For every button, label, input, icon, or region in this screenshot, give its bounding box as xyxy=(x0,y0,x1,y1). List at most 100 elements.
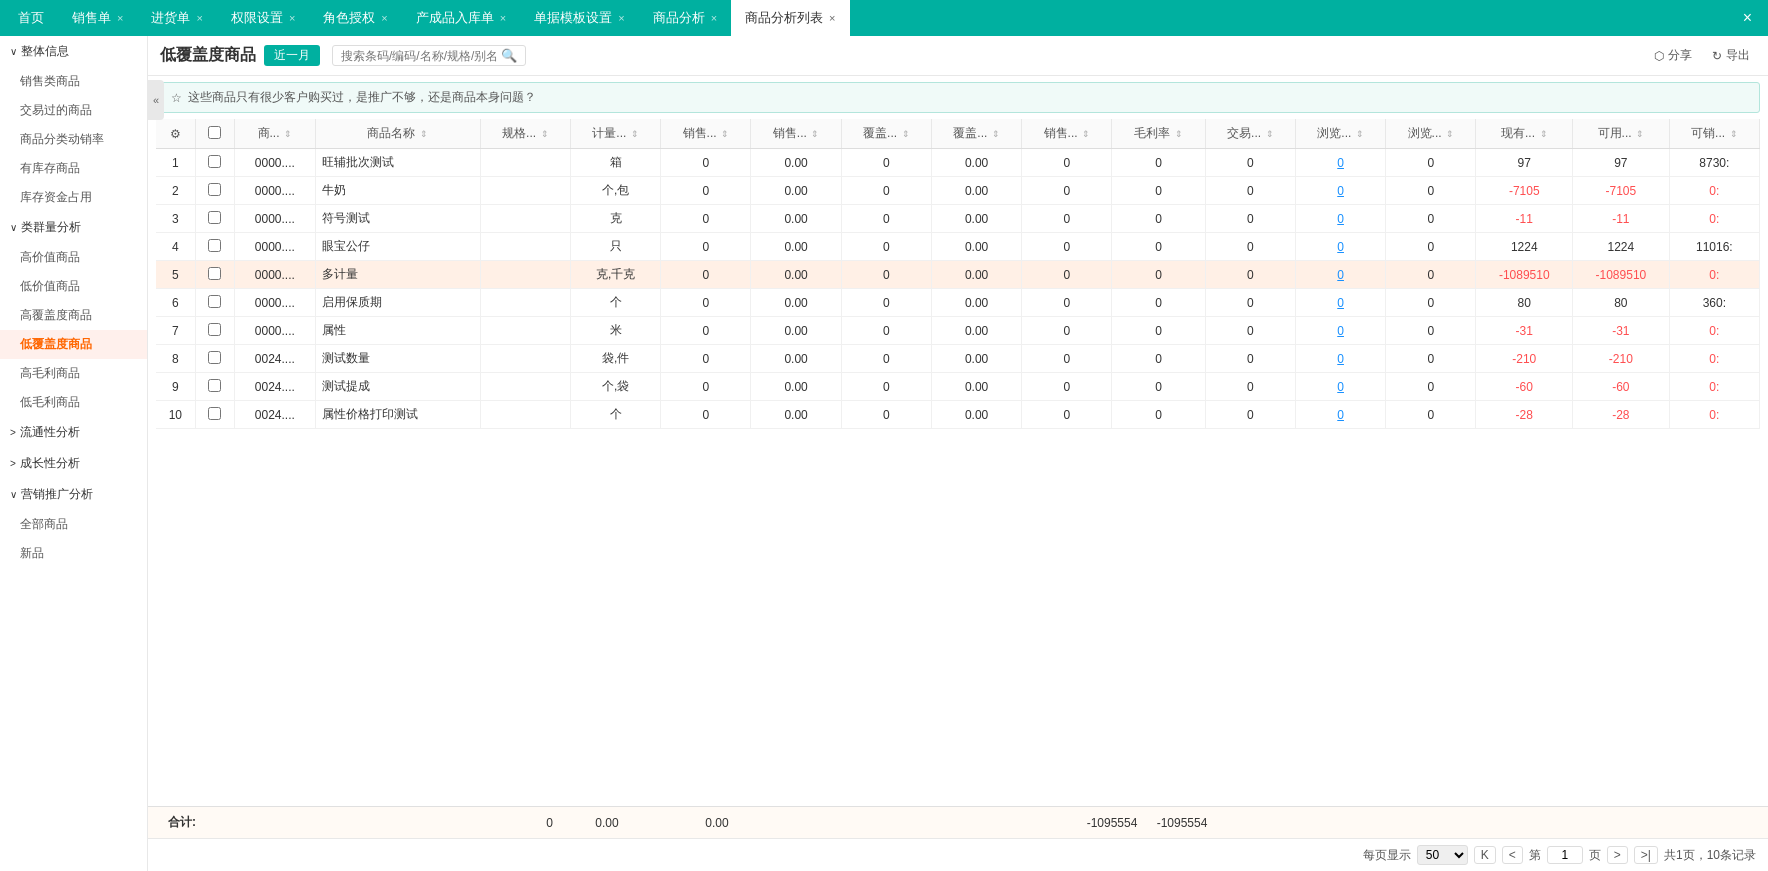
nav-item-商品分析列表[interactable]: 商品分析列表 × xyxy=(731,0,849,36)
row-checkbox[interactable] xyxy=(195,345,234,373)
row-checkbox[interactable] xyxy=(195,289,234,317)
nav-close-all-btn[interactable]: × xyxy=(1731,0,1764,36)
sidebar-item-低毛利商品[interactable]: 低毛利商品 xyxy=(0,388,147,417)
row-browse1[interactable]: 0 xyxy=(1295,149,1385,177)
row-gross: 0 xyxy=(1112,289,1205,317)
col-header-cover2[interactable]: 覆盖... ⇕ xyxy=(931,119,1021,149)
nav-item-单据模板设置[interactable]: 单据模板设置 × xyxy=(520,0,638,36)
row-browse1[interactable]: 0 xyxy=(1295,289,1385,317)
row-cover1: 0 xyxy=(841,317,931,345)
nav-close-icon[interactable]: × xyxy=(829,12,835,24)
sidebar-collapse-btn[interactable]: « xyxy=(148,80,164,120)
page-first-btn[interactable]: K xyxy=(1474,846,1496,864)
nav-close-icon[interactable]: × xyxy=(618,12,624,24)
sidebar-item-销售类商品[interactable]: 销售类商品 xyxy=(0,67,147,96)
row-checkbox[interactable] xyxy=(195,205,234,233)
col-header-spec[interactable]: 规格... ⇕ xyxy=(480,119,570,149)
date-filter-btn[interactable]: 近一月 xyxy=(264,45,320,66)
row-browse1[interactable]: 0 xyxy=(1295,373,1385,401)
row-checkbox[interactable] xyxy=(195,233,234,261)
col-header-sales3[interactable]: 销售... ⇕ xyxy=(1022,119,1112,149)
nav-item-销售单[interactable]: 销售单 × xyxy=(58,0,137,36)
export-btn[interactable]: ↻ 导出 xyxy=(1706,44,1756,67)
row-select-checkbox[interactable] xyxy=(208,379,221,392)
nav-close-icon[interactable]: × xyxy=(196,12,202,24)
nav-item-产成品入库单[interactable]: 产成品入库单 × xyxy=(402,0,520,36)
sidebar-item-高覆盖度商品[interactable]: 高覆盖度商品 xyxy=(0,301,147,330)
row-checkbox[interactable] xyxy=(195,373,234,401)
row-checkbox[interactable] xyxy=(195,149,234,177)
row-unit: 个,袋 xyxy=(570,373,660,401)
nav-item-进货单[interactable]: 进货单 × xyxy=(137,0,216,36)
nav-close-icon[interactable]: × xyxy=(381,12,387,24)
nav-item-首页[interactable]: 首页 xyxy=(4,0,58,36)
settings-icon[interactable]: ⚙ xyxy=(170,127,181,141)
row-select-checkbox[interactable] xyxy=(208,211,221,224)
sidebar-item-有库存商品[interactable]: 有库存商品 xyxy=(0,154,147,183)
row-select-checkbox[interactable] xyxy=(208,267,221,280)
col-header-stock2[interactable]: 可用... ⇕ xyxy=(1573,119,1670,149)
row-browse1[interactable]: 0 xyxy=(1295,345,1385,373)
sidebar-item-新品[interactable]: 新品 xyxy=(0,539,147,568)
row-browse1[interactable]: 0 xyxy=(1295,177,1385,205)
row-browse1[interactable]: 0 xyxy=(1295,317,1385,345)
nav-close-icon[interactable]: × xyxy=(289,12,295,24)
row-checkbox[interactable] xyxy=(195,261,234,289)
nav-close-icon[interactable]: × xyxy=(117,12,123,24)
select-all-checkbox[interactable] xyxy=(208,126,221,139)
per-page-select[interactable]: 102050100 xyxy=(1417,845,1468,865)
col-header-unit[interactable]: 计量... ⇕ xyxy=(570,119,660,149)
row-browse1[interactable]: 0 xyxy=(1295,233,1385,261)
row-checkbox[interactable] xyxy=(195,317,234,345)
col-header-name[interactable]: 商品名称 ⇕ xyxy=(315,119,480,149)
col-header-trade[interactable]: 交易... ⇕ xyxy=(1205,119,1295,149)
row-select-checkbox[interactable] xyxy=(208,323,221,336)
sidebar-item-全部商品[interactable]: 全部商品 xyxy=(0,510,147,539)
row-checkbox[interactable] xyxy=(195,177,234,205)
row-browse1[interactable]: 0 xyxy=(1295,401,1385,429)
sidebar-section-流通性分析[interactable]: >流通性分析 xyxy=(0,417,147,448)
nav-item-商品分析[interactable]: 商品分析 × xyxy=(639,0,731,36)
row-select-checkbox[interactable] xyxy=(208,155,221,168)
col-header-stock3[interactable]: 可销... ⇕ xyxy=(1669,119,1759,149)
row-browse1[interactable]: 0 xyxy=(1295,261,1385,289)
row-select-checkbox[interactable] xyxy=(208,183,221,196)
sidebar-item-交易过的商品[interactable]: 交易过的商品 xyxy=(0,96,147,125)
col-header-cover1[interactable]: 覆盖... ⇕ xyxy=(841,119,931,149)
col-header-sales_qty[interactable]: 销售... ⇕ xyxy=(661,119,751,149)
sidebar-section-整体信息[interactable]: ∨整体信息 xyxy=(0,36,147,67)
col-header-code[interactable]: 商... ⇕ xyxy=(235,119,315,149)
row-select-checkbox[interactable] xyxy=(208,351,221,364)
row-no: 3 xyxy=(156,205,195,233)
page-number-input[interactable] xyxy=(1547,846,1583,864)
sidebar-item-低覆盖度商品[interactable]: 低覆盖度商品 xyxy=(0,330,147,359)
sidebar-item-库存资金占用[interactable]: 库存资金占用 xyxy=(0,183,147,212)
sidebar-section-类群量分析[interactable]: ∨类群量分析 xyxy=(0,212,147,243)
search-input[interactable] xyxy=(341,49,501,63)
nav-item-角色授权[interactable]: 角色授权 × xyxy=(309,0,401,36)
col-header-sales_amt[interactable]: 销售... ⇕ xyxy=(751,119,841,149)
sidebar-section-营销推广分析[interactable]: ∨营销推广分析 xyxy=(0,479,147,510)
col-header-gross[interactable]: 毛利率 ⇕ xyxy=(1112,119,1205,149)
page-prev-btn[interactable]: < xyxy=(1502,846,1523,864)
row-select-checkbox[interactable] xyxy=(208,295,221,308)
col-header-stock1[interactable]: 现有... ⇕ xyxy=(1476,119,1573,149)
search-icon[interactable]: 🔍 xyxy=(501,48,517,63)
sidebar-item-商品分类动销率[interactable]: 商品分类动销率 xyxy=(0,125,147,154)
row-select-checkbox[interactable] xyxy=(208,407,221,420)
col-header-browse2[interactable]: 浏览... ⇕ xyxy=(1386,119,1476,149)
sidebar-item-高毛利商品[interactable]: 高毛利商品 xyxy=(0,359,147,388)
col-header-browse1[interactable]: 浏览... ⇕ xyxy=(1295,119,1385,149)
row-select-checkbox[interactable] xyxy=(208,239,221,252)
sidebar-item-高价值商品[interactable]: 高价值商品 xyxy=(0,243,147,272)
nav-close-icon[interactable]: × xyxy=(711,12,717,24)
page-last-btn[interactable]: >| xyxy=(1634,846,1658,864)
row-browse1[interactable]: 0 xyxy=(1295,205,1385,233)
row-checkbox[interactable] xyxy=(195,401,234,429)
nav-item-权限设置[interactable]: 权限设置 × xyxy=(217,0,309,36)
sidebar-section-成长性分析[interactable]: >成长性分析 xyxy=(0,448,147,479)
page-next-btn[interactable]: > xyxy=(1607,846,1628,864)
nav-close-icon[interactable]: × xyxy=(500,12,506,24)
share-btn[interactable]: ⬡ 分享 xyxy=(1648,44,1698,67)
sidebar-item-低价值商品[interactable]: 低价值商品 xyxy=(0,272,147,301)
